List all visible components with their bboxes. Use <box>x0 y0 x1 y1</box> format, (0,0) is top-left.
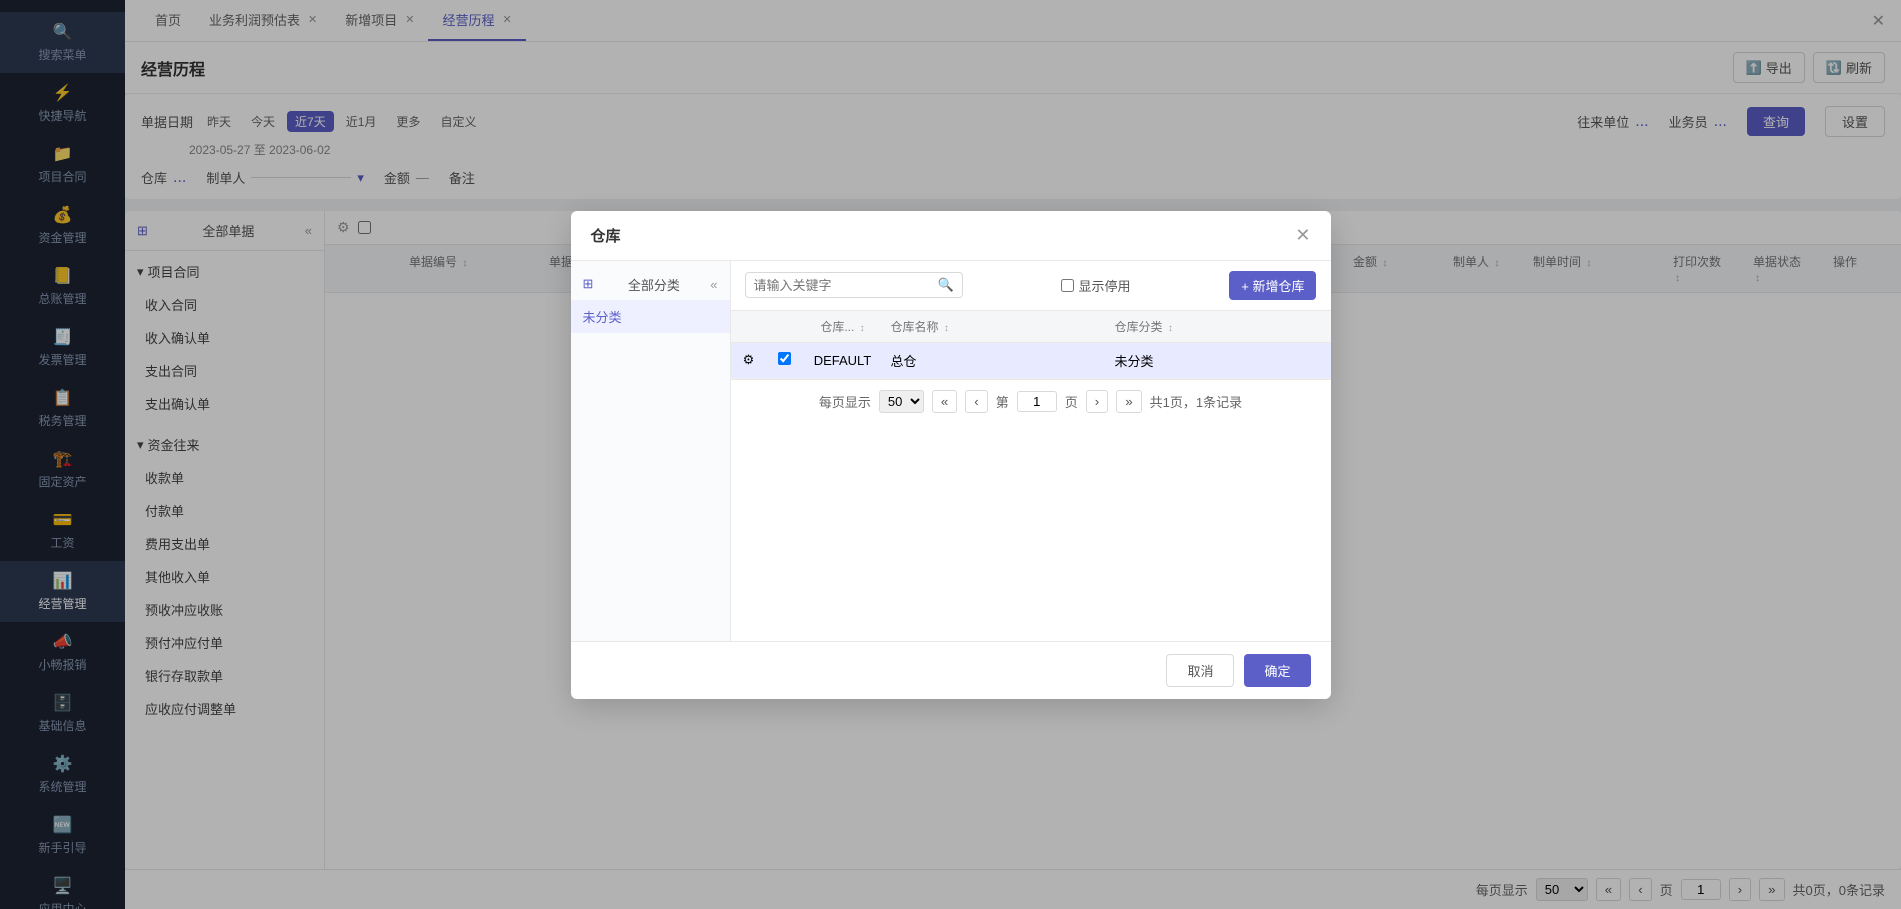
modal-page-input[interactable] <box>1017 391 1057 412</box>
row-name: 总仓 <box>883 351 1107 370</box>
table-row[interactable]: ⚙ DEFAULT 总仓 未分类 <box>731 343 1331 379</box>
warehouse-modal: 仓库 ✕ ⊞ 全部分类 « 未分类 🔍 <box>571 211 1331 699</box>
modal-close-btn[interactable]: ✕ <box>1295 225 1310 246</box>
row-checkbox[interactable] <box>778 352 791 365</box>
add-warehouse-btn[interactable]: + 新增仓库 <box>1229 271 1316 300</box>
modal-category-unclassified[interactable]: 未分类 <box>571 300 730 333</box>
modal-first-btn[interactable]: « <box>932 390 957 413</box>
row-gear[interactable]: ⚙ <box>731 352 767 368</box>
row-id: DEFAULT <box>803 353 883 368</box>
modal-total-label: 共1页，1条记录 <box>1150 392 1242 411</box>
show-disabled-label: 显示停用 <box>1078 276 1130 295</box>
modal-page-label2: 页 <box>1065 392 1078 411</box>
modal-prev-btn[interactable]: ‹ <box>965 390 987 413</box>
category-sort-icon: ↕ <box>1168 323 1173 334</box>
collapse-modal-sidebar-btn[interactable]: « <box>710 277 717 292</box>
modal-col-category[interactable]: 仓库分类 ↕ <box>1107 318 1331 335</box>
modal-overlay[interactable]: 仓库 ✕ ⊞ 全部分类 « 未分类 🔍 <box>0 0 1901 909</box>
modal-next-btn[interactable]: › <box>1086 390 1108 413</box>
show-disabled-checkbox[interactable] <box>1061 279 1074 292</box>
modal-search-input[interactable] <box>754 278 934 293</box>
modal-perpage-select[interactable]: 50 <box>879 390 924 413</box>
grid-icon-modal: ⊞ <box>583 276 594 292</box>
search-icon-modal: 🔍 <box>938 277 954 293</box>
id-sort-icon: ↕ <box>860 323 865 334</box>
modal-sidebar-scroll[interactable] <box>571 333 730 633</box>
modal-body: ⊞ 全部分类 « 未分类 🔍 显示停用 <box>571 261 1331 641</box>
show-disabled-check[interactable]: 显示停用 <box>1061 276 1130 295</box>
modal-pager: 每页显示 50 « ‹ 第 1 页 › » 共1页，1条记录 <box>731 379 1331 423</box>
modal-perpage-label: 每页显示 <box>819 392 871 411</box>
modal-search-box[interactable]: 🔍 <box>745 272 963 298</box>
all-categories-label: 全部分类 <box>628 275 680 294</box>
modal-last-btn[interactable]: » <box>1116 390 1141 413</box>
row-category: 未分类 <box>1107 351 1331 370</box>
modal-sidebar-header: ⊞ 全部分类 « <box>571 269 730 300</box>
modal-title: 仓库 <box>591 225 621 246</box>
gear-icon-row: ⚙ <box>743 352 755 367</box>
cancel-button[interactable]: 取消 <box>1166 654 1234 687</box>
modal-table-body: ⚙ DEFAULT 总仓 未分类 <box>731 343 1331 379</box>
modal-header: 仓库 ✕ <box>571 211 1331 261</box>
modal-content: 🔍 显示停用 + 新增仓库 仓库... ↕ <box>731 261 1331 641</box>
modal-col-id[interactable]: 仓库... ↕ <box>803 318 883 335</box>
modal-col-name[interactable]: 仓库名称 ↕ <box>883 318 1107 335</box>
row-check[interactable] <box>767 352 803 368</box>
modal-table-header: 仓库... ↕ 仓库名称 ↕ 仓库分类 ↕ <box>731 311 1331 343</box>
modal-sidebar: ⊞ 全部分类 « 未分类 <box>571 261 731 641</box>
modal-footer: 取消 确定 <box>571 641 1331 699</box>
modal-page-label: 第 <box>996 392 1009 411</box>
confirm-button[interactable]: 确定 <box>1244 654 1310 687</box>
name-sort-icon: ↕ <box>944 323 949 334</box>
modal-toolbar: 🔍 显示停用 + 新增仓库 <box>731 261 1331 311</box>
